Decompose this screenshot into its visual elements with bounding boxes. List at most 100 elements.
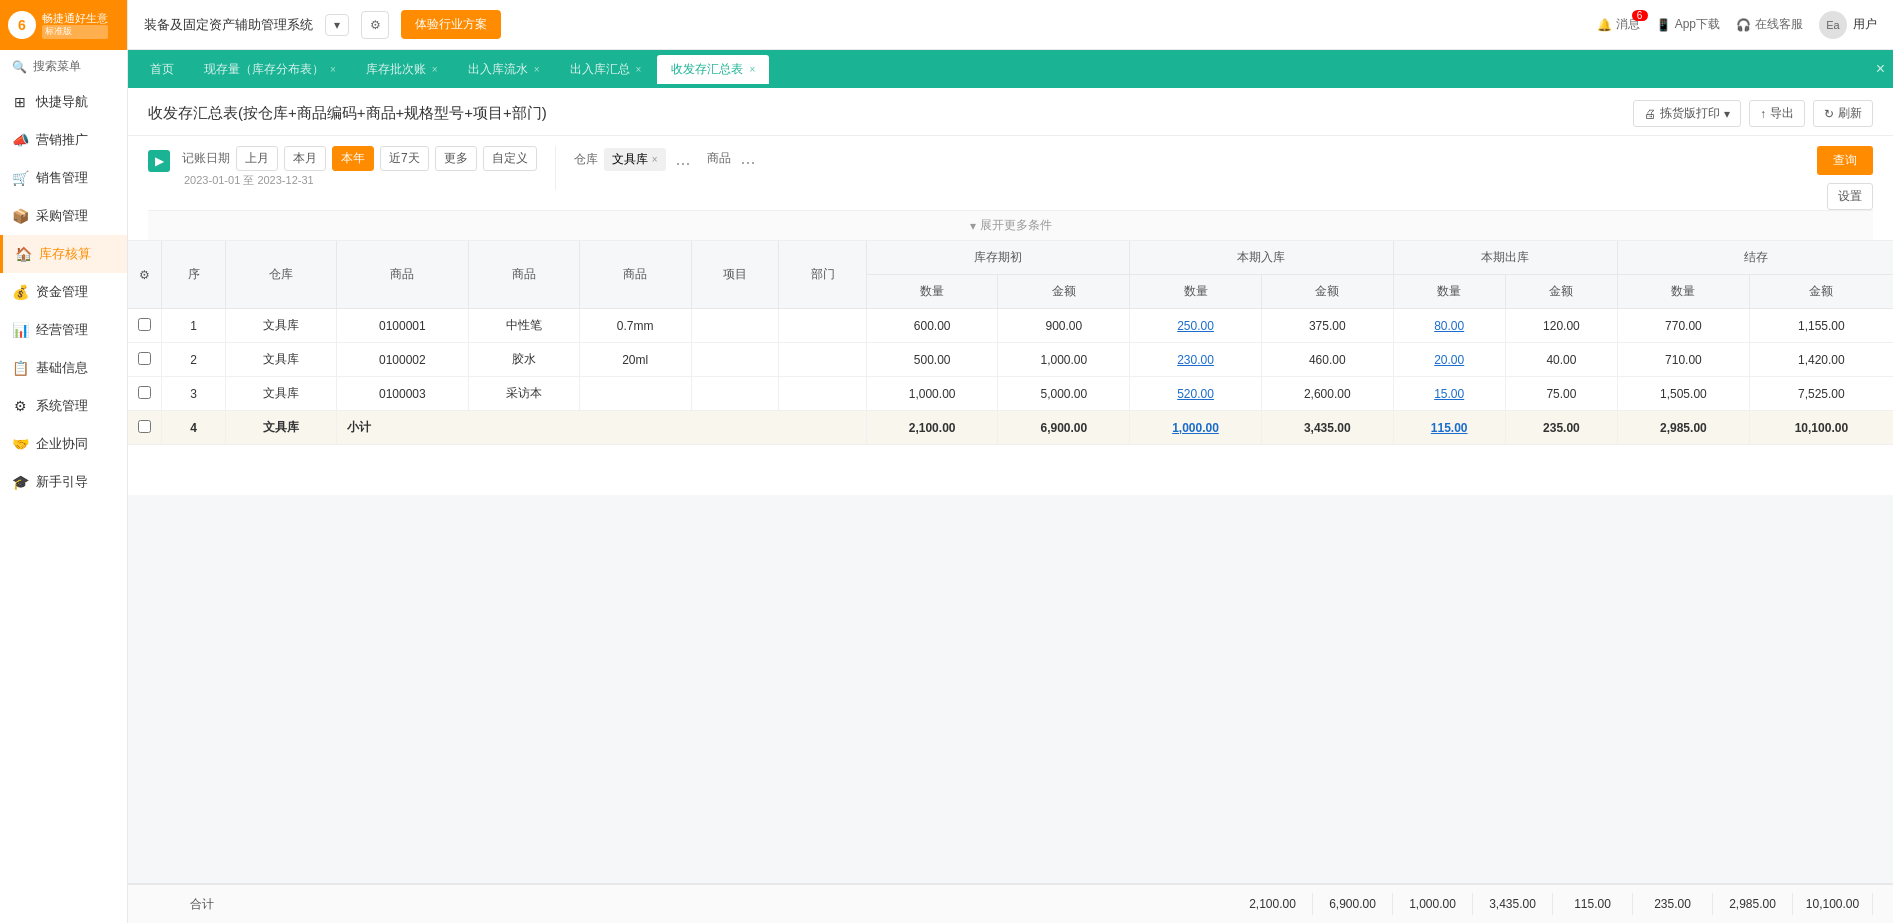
warehouse-more[interactable]: ... — [672, 149, 695, 170]
row3-in-qty[interactable]: 520.00 — [1130, 377, 1262, 411]
footer-out-qty: 115.00 — [1553, 893, 1633, 915]
th-project: 项目 — [691, 241, 779, 309]
search-menu[interactable]: 🔍 搜索菜单 — [0, 50, 127, 83]
row1-in-qty[interactable]: 250.00 — [1130, 309, 1262, 343]
message-button[interactable]: 🔔 消息 6 — [1597, 16, 1640, 33]
row2-open-qty: 500.00 — [866, 343, 998, 377]
search-icon: 🔍 — [12, 60, 27, 74]
sidebar-item-purchase[interactable]: 📦 采购管理 — [0, 197, 127, 235]
row1-out-qty[interactable]: 80.00 — [1393, 309, 1505, 343]
row3-seq: 3 — [162, 377, 226, 411]
tab-close-batch[interactable]: × — [432, 64, 438, 75]
page-inner: 收发存汇总表(按仓库+商品编码+商品+规格型号+项目+部门) 🖨 拣货版打印 ▾… — [128, 88, 1893, 495]
row1-seq: 1 — [162, 309, 226, 343]
data-table: ⚙ 序 仓库 商品 商品 商品 项目 部门 库存期初 本期入库 本期出库 结存 — [128, 241, 1893, 445]
sidebar-item-quick-nav[interactable]: ⊞ 快捷导航 — [0, 83, 127, 121]
date-btn-7days[interactable]: 近7天 — [380, 146, 429, 171]
date-btn-this-month[interactable]: 本月 — [284, 146, 326, 171]
sidebar-item-basic[interactable]: 📋 基础信息 — [0, 349, 127, 387]
print-button[interactable]: 🖨 拣货版打印 ▾ — [1633, 100, 1741, 127]
sidebar-item-marketing[interactable]: 📣 营销推广 — [0, 121, 127, 159]
row2-checkbox[interactable] — [128, 343, 162, 377]
row3-warehouse: 文具库 — [226, 377, 337, 411]
th-spec: 商品 — [579, 241, 691, 309]
grid-icon: ⊞ — [12, 94, 28, 110]
online-service-button[interactable]: 🎧 在线客服 — [1736, 16, 1803, 33]
date-btn-this-year[interactable]: 本年 — [332, 146, 374, 171]
row2-out-amt: 40.00 — [1505, 343, 1617, 377]
footer-open-amt: 6,900.00 — [1313, 893, 1393, 915]
system-selector[interactable]: 装备及固定资产辅助管理系统 ▾ — [325, 14, 349, 36]
tab-close-stock-dist[interactable]: × — [330, 64, 336, 75]
query-button[interactable]: 查询 — [1817, 146, 1873, 175]
sidebar-item-collab[interactable]: 🤝 企业协同 — [0, 425, 127, 463]
th-warehouse: 仓库 — [226, 241, 337, 309]
experience-button[interactable]: 体验行业方案 — [401, 10, 501, 39]
sidebar-logo: 6 畅捷通好生意 标准版 — [0, 0, 127, 50]
row3-out-qty[interactable]: 15.00 — [1393, 377, 1505, 411]
th-out-amt: 金额 — [1505, 275, 1617, 309]
filter-toggle[interactable]: ▶ — [148, 150, 170, 172]
logo-text: 畅捷通好生意 标准版 — [42, 11, 108, 39]
tab-stock-dist[interactable]: 现存量（库存分布表） × — [190, 55, 350, 84]
close-tab-area[interactable]: × — [1876, 60, 1885, 78]
subtotal-out-qty[interactable]: 115.00 — [1393, 411, 1505, 445]
settings-icon: ⚙ — [12, 398, 28, 414]
row2-close-qty: 710.00 — [1618, 343, 1750, 377]
row3-close-qty: 1,505.00 — [1618, 377, 1750, 411]
tabbar: 首页 现存量（库存分布表） × 库存批次账 × 出入库流水 × 出入库汇总 × … — [128, 50, 1893, 88]
sidebar-item-guide[interactable]: 🎓 新手引导 — [0, 463, 127, 501]
row1-open-amt: 900.00 — [998, 309, 1130, 343]
box-icon: 📦 — [12, 208, 28, 224]
row2-in-qty[interactable]: 230.00 — [1130, 343, 1262, 377]
column-settings-button[interactable]: 设置 — [1827, 183, 1873, 210]
row3-in-amt: 2,600.00 — [1261, 377, 1393, 411]
row2-dept — [779, 343, 867, 377]
th-close-amt: 金额 — [1749, 275, 1893, 309]
subtotal-checkbox[interactable] — [128, 411, 162, 445]
chevron-down-icon: ▾ — [970, 219, 976, 233]
header-actions: 🖨 拣货版打印 ▾ ↑ 导出 ↻ 刷新 — [1633, 100, 1873, 127]
tab-summary[interactable]: 出入库汇总 × — [556, 55, 656, 84]
megaphone-icon: 📣 — [12, 132, 28, 148]
subtotal-in-qty[interactable]: 1,000.00 — [1130, 411, 1262, 445]
subtotal-close-qty: 2,985.00 — [1618, 411, 1750, 445]
date-btn-last-month[interactable]: 上月 — [236, 146, 278, 171]
row1-spec: 0.7mm — [579, 309, 691, 343]
filter-container: ▶ 记账日期 上月 本月 本年 近7天 更多 自定义 2023-01-01 至 … — [128, 136, 1893, 241]
tab-close-flow[interactable]: × — [534, 64, 540, 75]
gear-button[interactable]: ⚙ — [361, 11, 389, 39]
sidebar-item-inventory[interactable]: 🏠 库存核算 — [0, 235, 127, 273]
clipboard-icon: 📋 — [12, 360, 28, 376]
sidebar-item-sales[interactable]: 🛒 销售管理 — [0, 159, 127, 197]
refresh-button[interactable]: ↻ 刷新 — [1813, 100, 1873, 127]
row3-project — [691, 377, 779, 411]
th-settings[interactable]: ⚙ — [128, 241, 162, 309]
sidebar-item-finance[interactable]: 💰 资金管理 — [0, 273, 127, 311]
date-btn-more[interactable]: 更多 — [435, 146, 477, 171]
row2-in-amt: 460.00 — [1261, 343, 1393, 377]
date-btn-custom[interactable]: 自定义 — [483, 146, 537, 171]
tab-close-collect-summary[interactable]: × — [749, 64, 755, 75]
row1-checkbox[interactable] — [128, 309, 162, 343]
tab-close-summary[interactable]: × — [636, 64, 642, 75]
th-in-qty: 数量 — [1130, 275, 1262, 309]
tab-home[interactable]: 首页 — [136, 55, 188, 84]
tab-batch[interactable]: 库存批次账 × — [352, 55, 452, 84]
sidebar: 6 畅捷通好生意 标准版 🔍 搜索菜单 ⊞ 快捷导航 📣 营销推广 🛒 销售管理… — [0, 0, 128, 923]
chart-icon: 📊 — [12, 322, 28, 338]
row3-checkbox[interactable] — [128, 377, 162, 411]
tab-flow[interactable]: 出入库流水 × — [454, 55, 554, 84]
app-download-button[interactable]: 📱 App下载 — [1656, 16, 1720, 33]
subtotal-open-qty: 2,100.00 — [866, 411, 998, 445]
goods-more[interactable]: ... — [737, 148, 760, 169]
warehouse-tag-close[interactable]: × — [652, 154, 658, 165]
row2-close-amt: 1,420.00 — [1749, 343, 1893, 377]
expand-conditions-button[interactable]: ▾ 展开更多条件 — [970, 217, 1052, 234]
sidebar-item-system[interactable]: ⚙ 系统管理 — [0, 387, 127, 425]
export-button[interactable]: ↑ 导出 — [1749, 100, 1805, 127]
th-opening: 库存期初 — [866, 241, 1129, 275]
row2-out-qty[interactable]: 20.00 — [1393, 343, 1505, 377]
sidebar-item-operation[interactable]: 📊 经营管理 — [0, 311, 127, 349]
tab-collect-summary[interactable]: 收发存汇总表 × — [657, 55, 769, 84]
